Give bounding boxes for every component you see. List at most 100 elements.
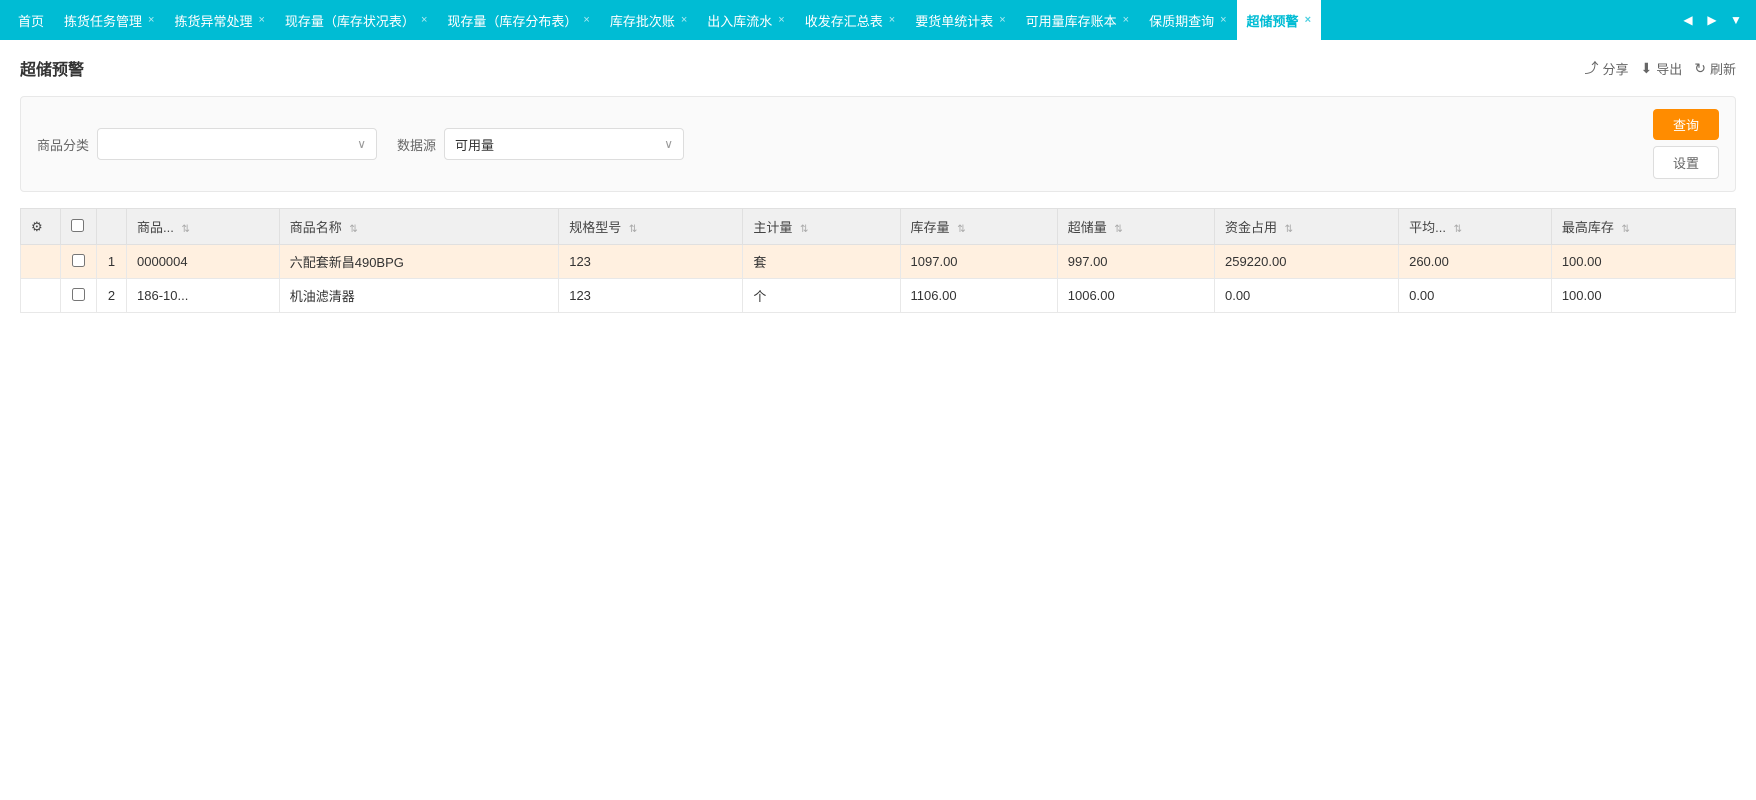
td-rownum-row-1: 2 — [97, 279, 127, 313]
td-avg-row-0: 260.00 — [1399, 245, 1552, 279]
table-body: 10000004六配套新昌490BPG123套1097.00997.002592… — [21, 245, 1736, 313]
sort-capital-icon: ⇅ — [1285, 224, 1293, 235]
query-button[interactable]: 查询 — [1653, 109, 1719, 140]
nav-tab-7[interactable]: 收发存汇总表× — [795, 0, 905, 40]
td-product-code-row-1: 186-10... — [127, 279, 280, 313]
col-capital[interactable]: 资金占用 ⇅ — [1214, 209, 1398, 245]
td-product-code-row-0: 0000004 — [127, 245, 280, 279]
settings-button[interactable]: 设置 — [1653, 146, 1719, 179]
nav-tab-close-6[interactable]: × — [778, 14, 784, 26]
nav-tab-close-9[interactable]: × — [1123, 14, 1129, 26]
col-max-stock-label: 最高库存 — [1562, 220, 1614, 235]
nav-tab-9[interactable]: 可用量库存账本× — [1016, 0, 1139, 40]
td-max-stock-row-0: 100.00 — [1551, 245, 1735, 279]
col-product-code[interactable]: 商品... ⇅ — [127, 209, 280, 245]
col-spec[interactable]: 规格型号 ⇅ — [559, 209, 743, 245]
category-label: 商品分类 — [37, 135, 89, 154]
sort-product-name-icon: ⇅ — [349, 224, 357, 235]
td-unit-row-0: 套 — [743, 245, 900, 279]
sort-avg-icon: ⇅ — [1454, 224, 1462, 235]
nav-tab-6[interactable]: 出入库流水× — [697, 0, 794, 40]
nav-tab-10[interactable]: 保质期查询× — [1139, 0, 1236, 40]
category-select[interactable]: ∨ — [97, 128, 377, 160]
nav-tab-close-1[interactable]: × — [148, 14, 154, 26]
table-header: ⚙ 商品... ⇅ 商品名称 ⇅ 规格型号 ⇅ — [21, 209, 1736, 245]
col-overstock[interactable]: 超储量 ⇅ — [1057, 209, 1214, 245]
export-action[interactable]: ⬇ 导出 — [1641, 59, 1683, 78]
nav-tab-2[interactable]: 拣货异常处理× — [164, 0, 274, 40]
td-actions-row-0[interactable] — [21, 245, 61, 279]
col-stock-label: 库存量 — [911, 220, 950, 235]
nav-tab-close-10[interactable]: × — [1220, 14, 1226, 26]
nav-tab-close-11[interactable]: × — [1305, 14, 1311, 26]
nav-tab-0[interactable]: 首页 — [8, 0, 54, 40]
td-overstock-row-0: 997.00 — [1057, 245, 1214, 279]
td-stock-row-0: 1097.00 — [900, 245, 1057, 279]
col-product-name[interactable]: 商品名称 ⇅ — [279, 209, 558, 245]
sort-overstock-icon: ⇅ — [1114, 224, 1122, 235]
td-stock-row-1: 1106.00 — [900, 279, 1057, 313]
nav-more-arrow[interactable]: ▼ — [1724, 0, 1748, 40]
row-checkbox-1[interactable] — [72, 288, 85, 301]
col-max-stock[interactable]: 最高库存 ⇅ — [1551, 209, 1735, 245]
td-checkbox-row-0[interactable] — [61, 245, 97, 279]
data-table: ⚙ 商品... ⇅ 商品名称 ⇅ 规格型号 ⇅ — [20, 208, 1736, 313]
sort-product-code-icon: ⇅ — [181, 224, 189, 235]
gear-icon: ⚙ — [31, 219, 43, 234]
export-icon: ⬇ — [1641, 60, 1653, 77]
category-filter-group: 商品分类 ∨ — [37, 128, 377, 160]
nav-tab-close-4[interactable]: × — [583, 14, 589, 26]
table-row: 10000004六配套新昌490BPG123套1097.00997.002592… — [21, 245, 1736, 279]
td-spec-row-0: 123 — [559, 245, 743, 279]
page-title: 超储预警 — [20, 56, 84, 80]
sort-stock-icon: ⇅ — [957, 224, 965, 235]
td-capital-row-1: 0.00 — [1214, 279, 1398, 313]
td-actions-row-1[interactable] — [21, 279, 61, 313]
nav-tab-3[interactable]: 现存量（库存状况表）× — [275, 0, 437, 40]
col-unit[interactable]: 主计量 ⇅ — [743, 209, 900, 245]
nav-prev-arrow[interactable]: ◀ — [1676, 0, 1700, 40]
nav-next-arrow[interactable]: ▶ — [1700, 0, 1724, 40]
td-checkbox-row-1[interactable] — [61, 279, 97, 313]
col-avg-label: 平均... — [1409, 220, 1446, 235]
sort-unit-icon: ⇅ — [800, 224, 808, 235]
datasource-select[interactable]: 可用量 ∨ — [444, 128, 684, 160]
nav-tab-close-2[interactable]: × — [258, 14, 264, 26]
col-overstock-label: 超储量 — [1068, 220, 1107, 235]
nav-tab-11[interactable]: 超储预警× — [1237, 0, 1321, 40]
col-checkbox[interactable] — [61, 209, 97, 245]
col-stock[interactable]: 库存量 ⇅ — [900, 209, 1057, 245]
col-gear[interactable]: ⚙ — [21, 209, 61, 245]
refresh-action[interactable]: ↻ 刷新 — [1694, 59, 1736, 78]
share-icon: ⤴ — [1584, 58, 1598, 78]
nav-tab-close-3[interactable]: × — [421, 14, 427, 26]
nav-tab-8[interactable]: 要货单统计表× — [905, 0, 1015, 40]
col-spec-label: 规格型号 — [569, 220, 621, 235]
nav-tab-close-7[interactable]: × — [889, 14, 895, 26]
nav-tab-5[interactable]: 库存批次账× — [600, 0, 697, 40]
col-product-code-label: 商品... — [137, 220, 174, 235]
col-capital-label: 资金占用 — [1225, 220, 1277, 235]
col-rownum — [97, 209, 127, 245]
datasource-chevron-icon: ∨ — [664, 137, 673, 151]
col-product-name-label: 商品名称 — [290, 220, 342, 235]
page-header: 超储预警 ⤴ 分享 ⬇ 导出 ↻ 刷新 — [20, 56, 1736, 80]
col-unit-label: 主计量 — [753, 220, 792, 235]
nav-tab-close-8[interactable]: × — [999, 14, 1005, 26]
header-actions: ⤴ 分享 ⬇ 导出 ↻ 刷新 — [1584, 58, 1736, 78]
td-avg-row-1: 0.00 — [1399, 279, 1552, 313]
refresh-icon: ↻ — [1694, 60, 1706, 77]
td-capital-row-0: 259220.00 — [1214, 245, 1398, 279]
col-avg[interactable]: 平均... ⇅ — [1399, 209, 1552, 245]
sort-spec-icon: ⇅ — [629, 224, 637, 235]
filter-buttons: 查询 设置 — [1653, 109, 1719, 179]
td-product-name-row-0: 六配套新昌490BPG — [279, 245, 558, 279]
share-action[interactable]: ⤴ 分享 — [1584, 58, 1628, 78]
datasource-value: 可用量 — [455, 135, 494, 154]
row-checkbox-0[interactable] — [72, 254, 85, 267]
nav-tab-close-5[interactable]: × — [681, 14, 687, 26]
nav-tab-1[interactable]: 拣货任务管理× — [54, 0, 164, 40]
nav-tab-4[interactable]: 现存量（库存分布表）× — [437, 0, 599, 40]
select-all-checkbox[interactable] — [71, 219, 84, 232]
category-chevron-icon: ∨ — [357, 137, 366, 151]
